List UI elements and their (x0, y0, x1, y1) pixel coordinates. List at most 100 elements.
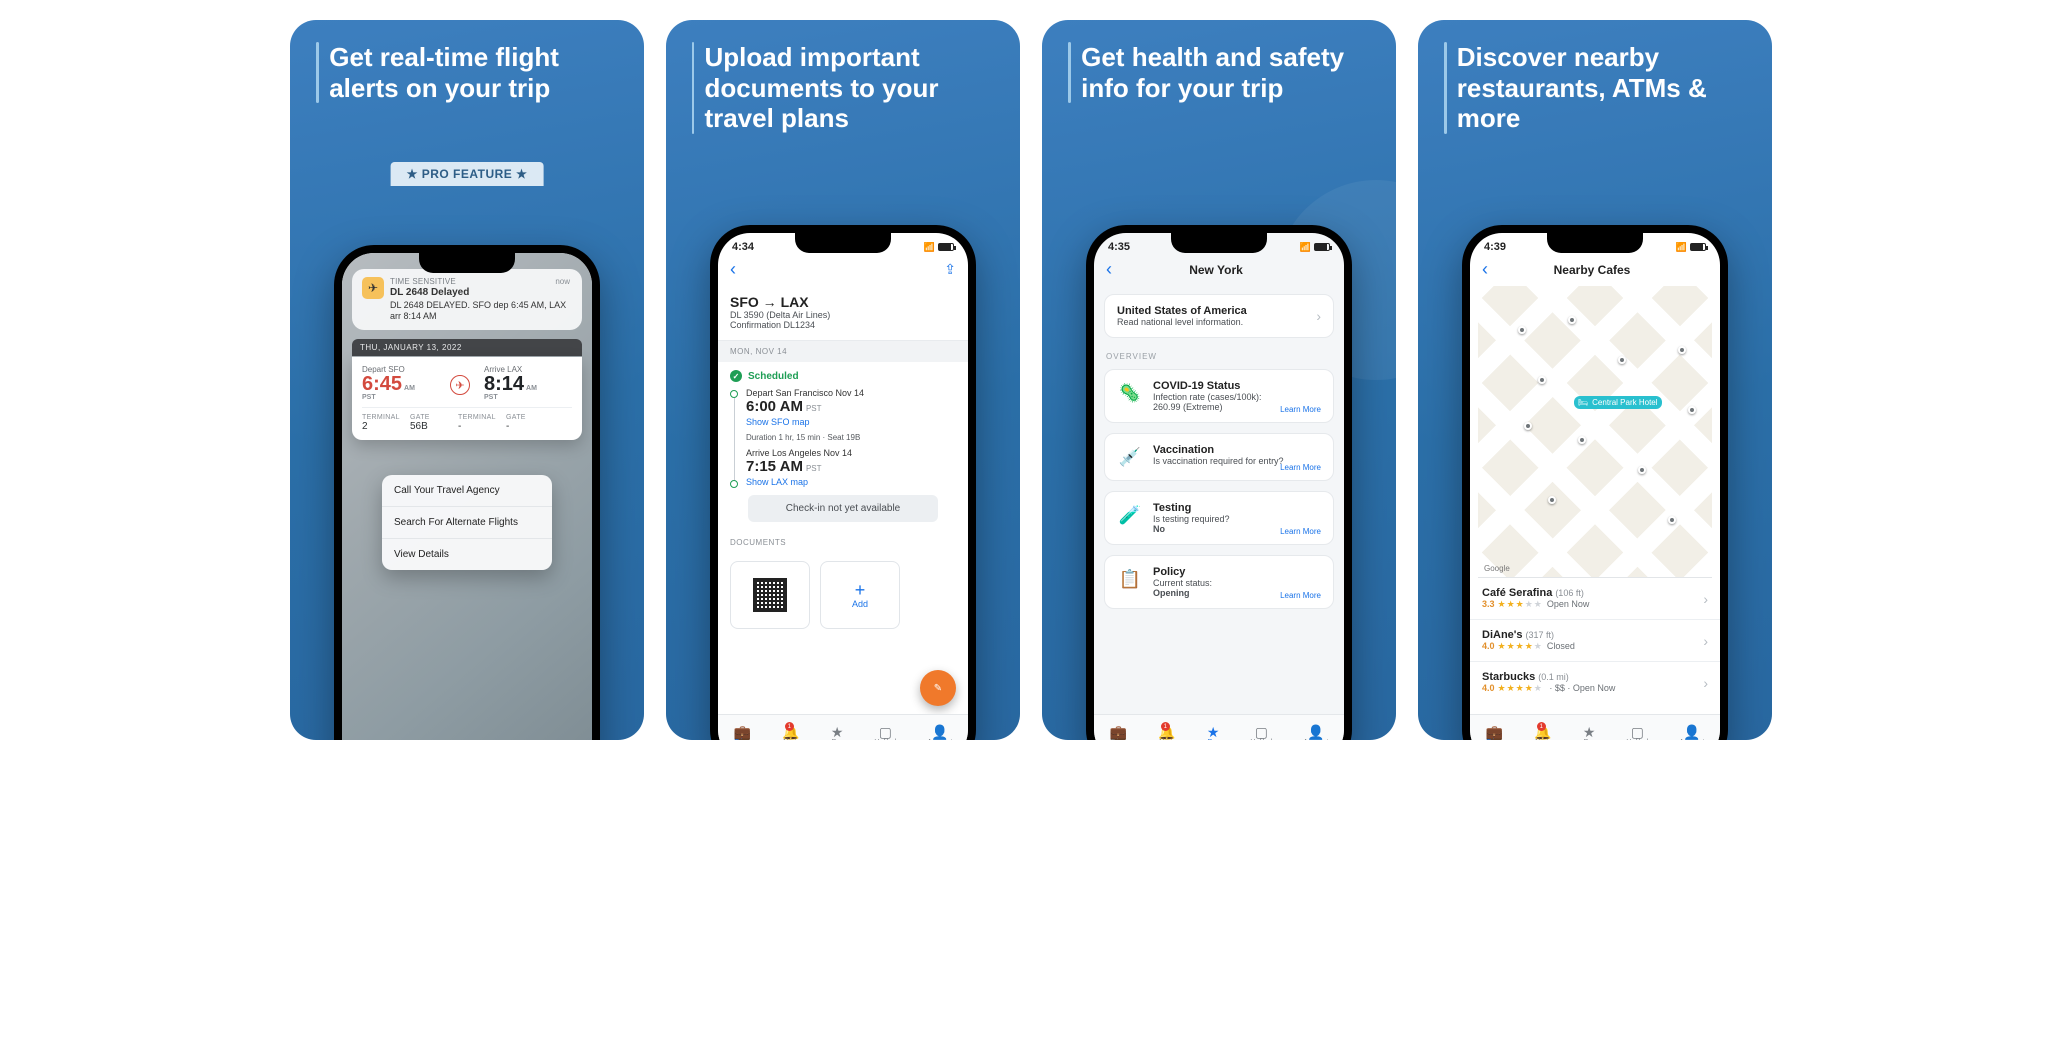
google-attribution: Google (1484, 564, 1510, 573)
learn-more-link[interactable]: Learn More (1280, 527, 1321, 536)
check-circle-icon: ✓ (730, 370, 742, 382)
overview-section-label: OVERVIEW (1094, 348, 1344, 361)
phone-notch (795, 233, 891, 253)
star-rating: ★★★★★ (1498, 599, 1543, 609)
poi-row-starbucks[interactable]: Starbucks(0.1 mi) 4.0★★★★★ · $$ · Open N… (1470, 662, 1720, 703)
country-subtitle: Read national level information. (1117, 317, 1247, 327)
battery-icon (938, 243, 954, 251)
phone-screen: 4:39 📶 ‹ Nearby Cafes 🛏Central Park Hote… (1470, 233, 1720, 740)
map-pin[interactable] (1538, 376, 1546, 384)
tab-pro[interactable]: ★Pro (831, 725, 844, 740)
back-button[interactable]: ‹ (730, 259, 736, 280)
tab-account[interactable]: 👤Account (1303, 725, 1328, 740)
action-view-details[interactable]: View Details (382, 539, 552, 570)
edit-fab-button[interactable]: ✎ (920, 670, 956, 706)
arrive-label: Arrive Los Angeles Nov 14 (746, 448, 956, 458)
phone-screen: 4:35 📶 ‹ New York United States of Ameri… (1094, 233, 1344, 740)
map-pin[interactable] (1524, 422, 1532, 430)
promo-panel-1: Get real-time flight alerts on your trip… (290, 20, 644, 740)
tab-trips[interactable]: 💼Trips (734, 725, 751, 740)
learn-more-link[interactable]: Learn More (1280, 405, 1321, 414)
poi-row-dianes[interactable]: DiAne's(317 ft) 4.0★★★★★Closed › (1470, 620, 1720, 662)
covid-status-card[interactable]: 🦠 COVID-19 Status Infection rate (cases/… (1104, 369, 1334, 423)
clipboard-icon: ▢ (1631, 725, 1644, 739)
panel-headline: Get health and safety info for your trip (1081, 42, 1376, 103)
phone-mockup: now ✈︎ TIME SENSITIVE DL 2648 Delayed DL… (334, 245, 600, 740)
map-pin[interactable] (1618, 356, 1626, 364)
map-pin[interactable] (1578, 436, 1586, 444)
tab-unfiled[interactable]: ▢Unfiled (1626, 725, 1648, 740)
map-pin[interactable] (1548, 496, 1556, 504)
show-lax-map-link[interactable]: Show LAX map (746, 477, 956, 487)
poi-name: Café Serafina (1482, 587, 1552, 599)
chevron-right-icon: › (1703, 591, 1708, 607)
country-info-card[interactable]: United States of America Read national l… (1104, 294, 1334, 338)
arrive-time: 8:14 (484, 373, 524, 395)
map-view[interactable]: 🛏Central Park Hotel Google (1478, 286, 1712, 578)
briefcase-icon: 💼 (1110, 725, 1127, 739)
tab-alerts[interactable]: 1🔔Alerts (1158, 725, 1176, 740)
person-icon: 👤 (1683, 725, 1700, 739)
back-button[interactable]: ‹ (1482, 259, 1488, 280)
tab-trips[interactable]: 💼Trips (1486, 725, 1503, 740)
tab-account[interactable]: 👤Account (927, 725, 952, 740)
time-sensitive-label: TIME SENSITIVE (390, 277, 572, 287)
map-pin[interactable] (1688, 406, 1696, 414)
battery-icon (1314, 243, 1330, 251)
add-document-tile[interactable]: +Add (820, 561, 900, 629)
star-rating: ★★★★★ (1498, 683, 1543, 693)
back-button[interactable]: ‹ (1106, 259, 1112, 280)
tab-unfiled[interactable]: ▢Unfiled (874, 725, 896, 740)
headline-accent-bar (1068, 42, 1071, 103)
show-sfo-map-link[interactable]: Show SFO map (746, 417, 956, 427)
depart-label: Depart San Francisco Nov 14 (746, 388, 956, 398)
phone-notch (419, 253, 515, 273)
star-icon: ★ (831, 725, 844, 739)
timeline-dot-depart (730, 390, 738, 398)
route-header: SFO → LAX DL 3590 (Delta Air Lines) Conf… (718, 286, 968, 341)
timeline-dot-arrive (730, 480, 738, 488)
syringe-icon: 💉 (1117, 444, 1143, 470)
tab-account[interactable]: 👤Account (1679, 725, 1704, 740)
bed-icon: 🛏 (1578, 398, 1588, 407)
date-section-header: MON, NOV 14 (718, 341, 968, 362)
tab-trips[interactable]: 💼Trips (1110, 725, 1127, 740)
poi-row-cafe-serafina[interactable]: Café Serafina(106 ft) 3.3★★★★★Open Now › (1470, 578, 1720, 620)
tab-unfiled[interactable]: ▢Unfiled (1250, 725, 1272, 740)
map-pin[interactable] (1568, 316, 1576, 324)
learn-more-link[interactable]: Learn More (1280, 591, 1321, 600)
learn-more-link[interactable]: Learn More (1280, 463, 1321, 472)
map-pin[interactable] (1518, 326, 1526, 334)
vaccination-card[interactable]: 💉 Vaccination Is vaccination required fo… (1104, 433, 1334, 481)
virus-icon: 🦠 (1117, 380, 1143, 406)
testing-card[interactable]: 🧪 Testing Is testing required? No Learn … (1104, 491, 1334, 545)
qr-code-icon (753, 578, 787, 612)
tab-alerts[interactable]: 1🔔Alerts (782, 725, 800, 740)
phone-mockup: 4:39 📶 ‹ Nearby Cafes 🛏Central Park Hote… (1462, 225, 1728, 740)
notification-timestamp: now (555, 277, 570, 287)
document-tile-boarding-pass[interactable] (730, 561, 810, 629)
push-notification-card[interactable]: now ✈︎ TIME SENSITIVE DL 2648 Delayed DL… (352, 269, 582, 330)
test-tube-icon: 🧪 (1117, 502, 1143, 528)
action-search-alt-flights[interactable]: Search For Alternate Flights (382, 507, 552, 539)
chevron-right-icon: › (1703, 675, 1708, 691)
tab-pro[interactable]: ★Pro (1207, 725, 1220, 740)
map-pin[interactable] (1638, 466, 1646, 474)
hotel-map-pin[interactable]: 🛏Central Park Hotel (1574, 396, 1662, 409)
map-pin[interactable] (1678, 346, 1686, 354)
country-name: United States of America (1117, 305, 1247, 317)
wifi-icon: 📶 (1300, 242, 1311, 253)
map-pin[interactable] (1668, 516, 1676, 524)
policy-card[interactable]: 📋 Policy Current status: Opening Learn M… (1104, 555, 1334, 609)
policy-icon: 📋 (1117, 566, 1143, 592)
share-button[interactable]: ⇪ (944, 261, 956, 278)
notification-title: DL 2648 Delayed (390, 287, 572, 300)
action-call-agency[interactable]: Call Your Travel Agency (382, 475, 552, 507)
person-icon: 👤 (931, 725, 948, 739)
airline-label: DL 3590 (Delta Air Lines) (730, 310, 956, 320)
tab-pro[interactable]: ★Pro (1583, 725, 1596, 740)
arrive-time: 7:15 AM (746, 458, 803, 475)
flight-card[interactable]: Depart SFO 6:45AMPST ✈ Arrive LAX 8:14AM… (352, 357, 582, 440)
tab-alerts[interactable]: 1🔔Alerts (1534, 725, 1552, 740)
chevron-right-icon: › (1703, 633, 1708, 649)
